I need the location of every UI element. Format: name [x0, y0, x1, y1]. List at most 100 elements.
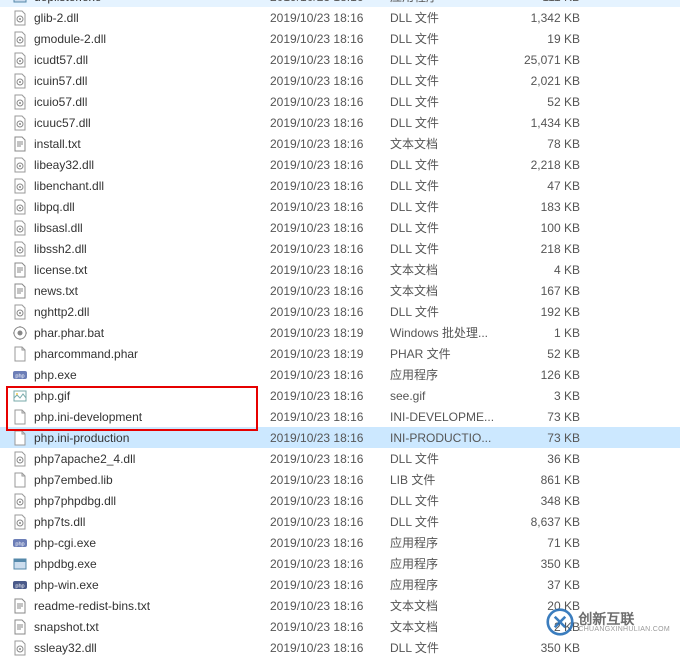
- exe-file-icon: [12, 0, 28, 5]
- file-date: 2019/10/23 18:16: [270, 179, 390, 193]
- file-name: pharcommand.phar: [34, 347, 270, 361]
- file-date: 2019/10/23 18:16: [270, 557, 390, 571]
- file-date: 2019/10/23 18:16: [270, 158, 390, 172]
- file-row[interactable]: ssleay32.dll2019/10/23 18:16DLL 文件350 KB: [0, 637, 680, 658]
- file-name: deplister.exe: [34, 0, 270, 4]
- file-row[interactable]: deplister.exe2019/10/23 18:16应用程序111 KB: [0, 0, 680, 7]
- file-size: 111 KB: [510, 0, 590, 4]
- file-size: 73 KB: [510, 410, 590, 424]
- file-row[interactable]: php7apache2_4.dll2019/10/23 18:16DLL 文件3…: [0, 448, 680, 469]
- dll-file-icon: [12, 241, 28, 257]
- file-date: 2019/10/23 18:16: [270, 536, 390, 550]
- dll-file-icon: [12, 304, 28, 320]
- file-row[interactable]: php.ini-production2019/10/23 18:16INI-PR…: [0, 427, 680, 448]
- dll-file-icon: [12, 31, 28, 47]
- file-size: 2,021 KB: [510, 74, 590, 88]
- file-name: icudt57.dll: [34, 53, 270, 67]
- file-date: 2019/10/23 18:19: [270, 347, 390, 361]
- file-type: LIB 文件: [390, 471, 510, 488]
- page-file-icon: [12, 409, 28, 425]
- file-name: gmodule-2.dll: [34, 32, 270, 46]
- file-row[interactable]: phar.phar.bat2019/10/23 18:19Windows 批处理…: [0, 322, 680, 343]
- file-date: 2019/10/23 18:16: [270, 431, 390, 445]
- file-name: php.ini-production: [34, 431, 270, 445]
- file-name: nghttp2.dll: [34, 305, 270, 319]
- file-size: 36 KB: [510, 452, 590, 466]
- file-type: 文本文档: [390, 282, 510, 299]
- dll-file-icon: [12, 115, 28, 131]
- file-type: DLL 文件: [390, 30, 510, 47]
- file-name: php7apache2_4.dll: [34, 452, 270, 466]
- file-date: 2019/10/23 18:16: [270, 620, 390, 634]
- file-row[interactable]: php7ts.dll2019/10/23 18:16DLL 文件8,637 KB: [0, 511, 680, 532]
- file-row[interactable]: gmodule-2.dll2019/10/23 18:16DLL 文件19 KB: [0, 28, 680, 49]
- file-type: DLL 文件: [390, 513, 510, 530]
- file-row[interactable]: install.txt2019/10/23 18:16文本文档78 KB: [0, 133, 680, 154]
- file-row[interactable]: libeay32.dll2019/10/23 18:16DLL 文件2,218 …: [0, 154, 680, 175]
- file-row[interactable]: news.txt2019/10/23 18:16文本文档167 KB: [0, 280, 680, 301]
- file-type: DLL 文件: [390, 156, 510, 173]
- file-name: php7phpdbg.dll: [34, 494, 270, 508]
- file-row[interactable]: libenchant.dll2019/10/23 18:16DLL 文件47 K…: [0, 175, 680, 196]
- file-date: 2019/10/23 18:16: [270, 599, 390, 613]
- file-row[interactable]: nghttp2.dll2019/10/23 18:16DLL 文件192 KB: [0, 301, 680, 322]
- file-row[interactable]: php7embed.lib2019/10/23 18:16LIB 文件861 K…: [0, 469, 680, 490]
- file-row[interactable]: icudt57.dll2019/10/23 18:16DLL 文件25,071 …: [0, 49, 680, 70]
- file-row[interactable]: php7phpdbg.dll2019/10/23 18:16DLL 文件348 …: [0, 490, 680, 511]
- dll-file-icon: [12, 73, 28, 89]
- txt-file-icon: [12, 136, 28, 152]
- file-size: 350 KB: [510, 641, 590, 655]
- file-size: 19 KB: [510, 32, 590, 46]
- file-type: 应用程序: [390, 576, 510, 593]
- file-size: 73 KB: [510, 431, 590, 445]
- file-name: icuin57.dll: [34, 74, 270, 88]
- gif-file-icon: [12, 388, 28, 404]
- file-row[interactable]: icuin57.dll2019/10/23 18:16DLL 文件2,021 K…: [0, 70, 680, 91]
- file-row[interactable]: phpphp-win.exe2019/10/23 18:16应用程序37 KB: [0, 574, 680, 595]
- file-row[interactable]: pharcommand.phar2019/10/23 18:19PHAR 文件5…: [0, 343, 680, 364]
- file-row[interactable]: phpphp.exe2019/10/23 18:16应用程序126 KB: [0, 364, 680, 385]
- file-type: DLL 文件: [390, 177, 510, 194]
- dll-file-icon: [12, 10, 28, 26]
- file-name: php.gif: [34, 389, 270, 403]
- file-name: phpdbg.exe: [34, 557, 270, 571]
- file-name: icuio57.dll: [34, 95, 270, 109]
- file-date: 2019/10/23 18:16: [270, 284, 390, 298]
- dll-file-icon: [12, 157, 28, 173]
- file-name: php7embed.lib: [34, 473, 270, 487]
- exe-file-icon: [12, 556, 28, 572]
- file-row[interactable]: icuio57.dll2019/10/23 18:16DLL 文件52 KB: [0, 91, 680, 112]
- file-type: DLL 文件: [390, 303, 510, 320]
- file-type: Windows 批处理...: [390, 324, 510, 341]
- file-row[interactable]: php.gif2019/10/23 18:16see.gif3 KB: [0, 385, 680, 406]
- file-row[interactable]: libsasl.dll2019/10/23 18:16DLL 文件100 KB: [0, 217, 680, 238]
- file-date: 2019/10/23 18:16: [270, 74, 390, 88]
- file-row[interactable]: glib-2.dll2019/10/23 18:16DLL 文件1,342 KB: [0, 7, 680, 28]
- file-row[interactable]: libpq.dll2019/10/23 18:16DLL 文件183 KB: [0, 196, 680, 217]
- file-row[interactable]: phpdbg.exe2019/10/23 18:16应用程序350 KB: [0, 553, 680, 574]
- dll-file-icon: [12, 493, 28, 509]
- page-file-icon: [12, 346, 28, 362]
- svg-text:php: php: [15, 583, 24, 589]
- file-row[interactable]: libssh2.dll2019/10/23 18:16DLL 文件218 KB: [0, 238, 680, 259]
- file-row[interactable]: license.txt2019/10/23 18:16文本文档4 KB: [0, 259, 680, 280]
- file-type: DLL 文件: [390, 51, 510, 68]
- file-type: see.gif: [390, 389, 510, 403]
- file-type: 应用程序: [390, 534, 510, 551]
- file-name: news.txt: [34, 284, 270, 298]
- txt-file-icon: [12, 283, 28, 299]
- file-name: license.txt: [34, 263, 270, 277]
- file-size: 52 KB: [510, 95, 590, 109]
- file-row[interactable]: php.ini-development2019/10/23 18:16INI-D…: [0, 406, 680, 427]
- txt-file-icon: [12, 262, 28, 278]
- file-size: 25,071 KB: [510, 53, 590, 67]
- page-file-icon: [12, 430, 28, 446]
- file-size: 348 KB: [510, 494, 590, 508]
- file-size: 3 KB: [510, 389, 590, 403]
- file-size: 183 KB: [510, 200, 590, 214]
- file-name: icuuc57.dll: [34, 116, 270, 130]
- file-row[interactable]: phpphp-cgi.exe2019/10/23 18:16应用程序71 KB: [0, 532, 680, 553]
- file-row[interactable]: icuuc57.dll2019/10/23 18:16DLL 文件1,434 K…: [0, 112, 680, 133]
- file-date: 2019/10/23 18:16: [270, 116, 390, 130]
- file-name: ssleay32.dll: [34, 641, 270, 655]
